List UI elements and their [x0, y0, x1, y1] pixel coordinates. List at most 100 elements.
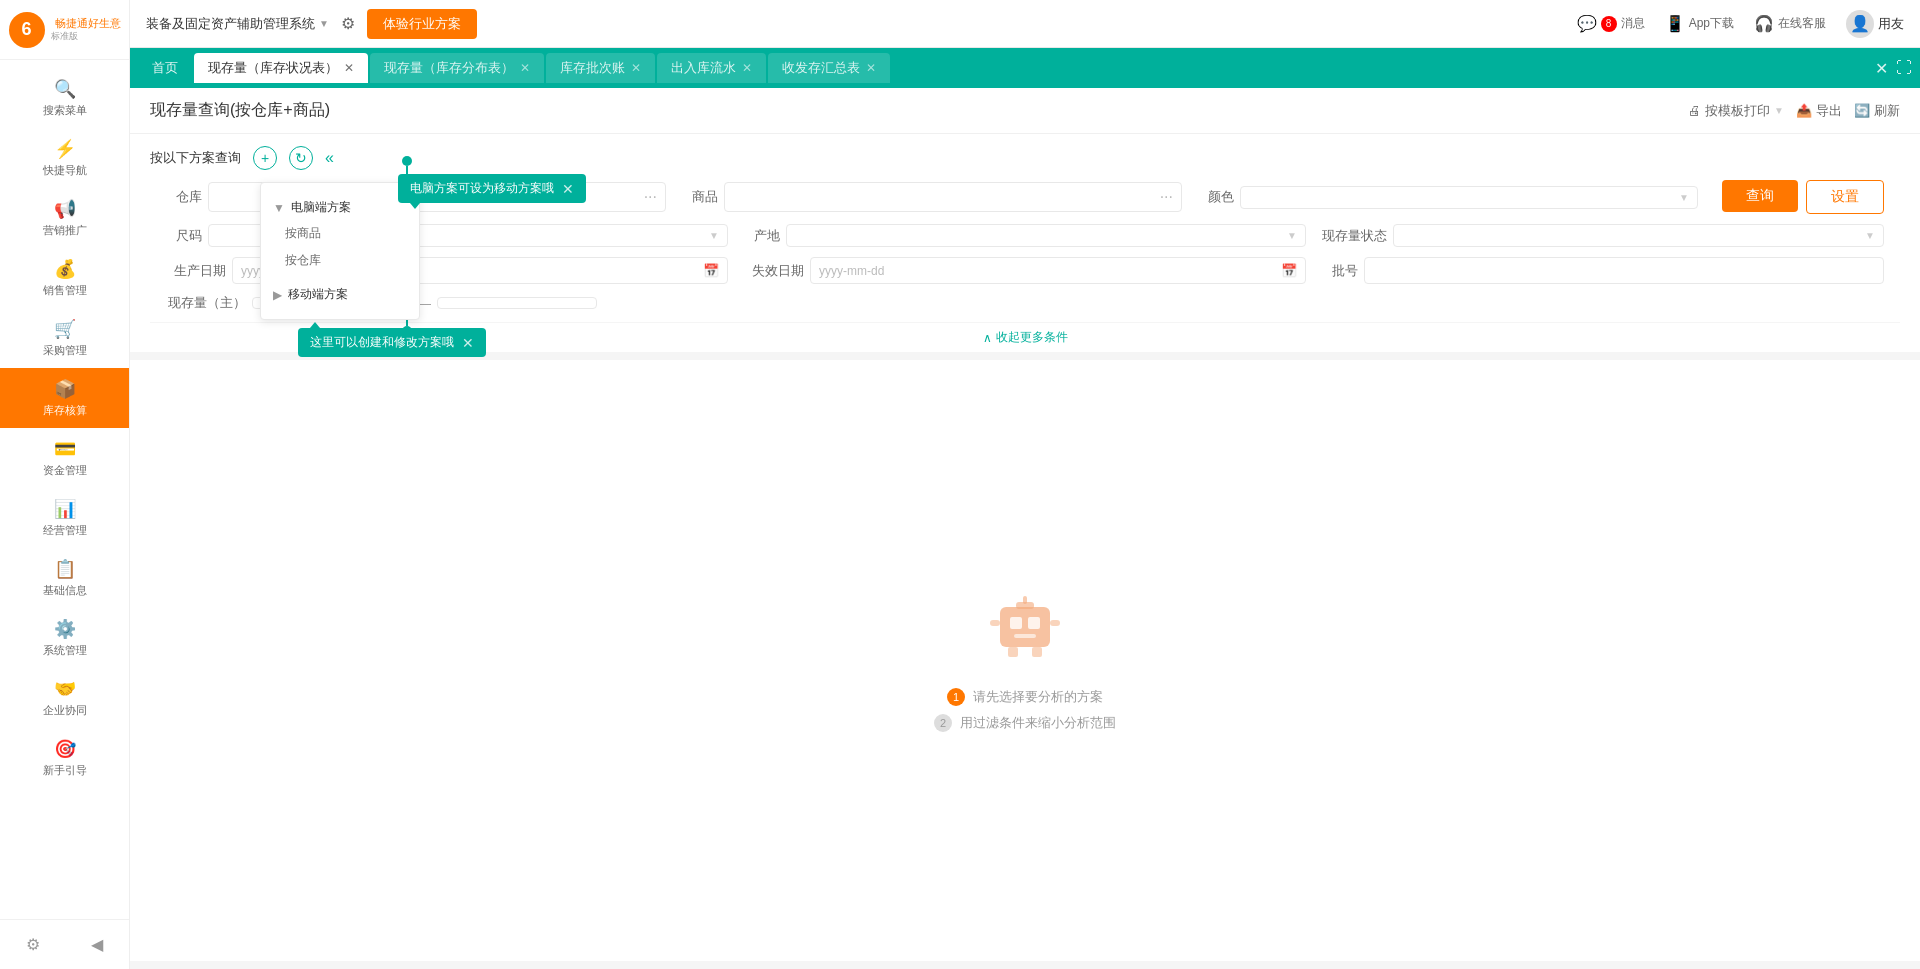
- main-area: 装备及固定资产辅助管理系统 ▼ ⚙ 体验行业方案 💬 8 消息 📱 App下载 …: [130, 0, 1920, 969]
- scheme-group-mobile-header[interactable]: ▶ 移动端方案: [261, 282, 419, 307]
- system-icon: ⚙️: [54, 618, 76, 640]
- refresh-btn[interactable]: 🔄 刷新: [1854, 102, 1900, 120]
- user-avatar: 👤: [1846, 10, 1874, 38]
- sidebar-label-finance: 资金管理: [43, 463, 87, 478]
- field-size-label: 尺码: [166, 227, 202, 245]
- field-goods: 商品 ···: [682, 182, 1182, 212]
- filter-refresh-btn[interactable]: ↻: [289, 146, 313, 170]
- field-stock-to[interactable]: [437, 297, 597, 309]
- tab-flow[interactable]: 出入库流水 ✕: [657, 53, 766, 83]
- field-goods-input[interactable]: ···: [724, 182, 1182, 212]
- export-btn[interactable]: 📤 导出: [1796, 102, 1842, 120]
- color-select-arrow: ▼: [1679, 192, 1689, 203]
- sidebar-item-purchase[interactable]: 🛒 采购管理: [0, 308, 129, 368]
- topbar-message[interactable]: 💬 8 消息: [1577, 14, 1645, 33]
- tab-collect[interactable]: 收发存汇总表 ✕: [768, 53, 890, 83]
- prod-date-calendar-icon[interactable]: 📅: [703, 263, 719, 278]
- settings-bottom-icon[interactable]: ⚙: [21, 930, 45, 959]
- page-title: 现存量查询(按仓库+商品): [150, 100, 330, 121]
- filter-add-btn[interactable]: +: [253, 146, 277, 170]
- finance-icon: 💳: [54, 438, 76, 460]
- sidebar-label-guide: 新手引导: [43, 763, 87, 778]
- enterprise-icon: 🤝: [54, 678, 76, 700]
- tooltip-create-scheme: 这里可以创建和修改方案哦 ✕: [298, 328, 486, 357]
- tab-close-inventory-status[interactable]: ✕: [344, 61, 354, 75]
- tooltip-add-close[interactable]: ✕: [562, 181, 574, 197]
- step1-text: 请先选择要分析的方案: [973, 688, 1103, 706]
- scheme-group-pc-header[interactable]: ▼ 电脑端方案: [261, 195, 419, 220]
- field-warehouse-label: 仓库: [166, 188, 202, 206]
- sidebar-item-finance[interactable]: 💳 资金管理: [0, 428, 129, 488]
- support-icon: 🎧: [1754, 14, 1774, 33]
- field-color-input[interactable]: ▼: [1240, 186, 1698, 209]
- sidebar-label-search: 搜索菜单: [43, 103, 87, 118]
- marketing-icon: 📢: [54, 198, 76, 220]
- sidebar: 6 畅捷通好生意 标准版 🔍 搜索菜单 ⚡ 快捷导航 📢 营销推广 💰 销售管理…: [0, 0, 130, 969]
- sidebar-item-operations[interactable]: 📊 经营管理: [0, 488, 129, 548]
- goods-dots-icon: ···: [1160, 188, 1173, 206]
- topbar-app[interactable]: 📱 App下载: [1665, 14, 1734, 33]
- size-select-arrow: ▼: [709, 230, 719, 241]
- topbar-user[interactable]: 👤 用友: [1846, 10, 1904, 38]
- field-origin-input[interactable]: ▼: [786, 224, 1306, 247]
- topbar-right: 💬 8 消息 📱 App下载 🎧 在线客服 👤 用友: [1577, 10, 1904, 38]
- sidebar-item-guide[interactable]: 🎯 新手引导: [0, 728, 129, 788]
- search-btn[interactable]: 查询: [1722, 180, 1798, 212]
- exp-date-calendar-icon[interactable]: 📅: [1281, 263, 1297, 278]
- sidebar-item-system[interactable]: ⚙️ 系统管理: [0, 608, 129, 668]
- tab-close-inventory-dist[interactable]: ✕: [520, 61, 530, 75]
- tab-collect-label: 收发存汇总表: [782, 59, 860, 77]
- tab-inventory-dist[interactable]: 现存量（库存分布表） ✕: [370, 53, 544, 83]
- system-name-dropdown[interactable]: 装备及固定资产辅助管理系统 ▼: [146, 15, 329, 33]
- sidebar-item-marketing[interactable]: 📢 营销推广: [0, 188, 129, 248]
- sidebar-item-sales[interactable]: 💰 销售管理: [0, 248, 129, 308]
- scheme-item-warehouse[interactable]: 按仓库: [261, 247, 419, 274]
- field-exp-date-input[interactable]: yyyy-mm-dd 📅: [810, 257, 1306, 284]
- sidebar-item-enterprise[interactable]: 🤝 企业协同: [0, 668, 129, 728]
- sidebar-item-inventory[interactable]: 📦 库存核算: [0, 368, 129, 428]
- logo-badge: 标准版: [51, 30, 121, 43]
- field-status: 现存量状态 ▼: [1322, 224, 1884, 247]
- industry-btn[interactable]: 体验行业方案: [367, 9, 477, 39]
- filter-row: 按以下方案查询 + ↻ « 电脑方案可设为移动方案哦 ✕ ▼ 电脑端方案: [150, 146, 1900, 170]
- navigate-icon: ⚡: [54, 138, 76, 160]
- tab-close-batch[interactable]: ✕: [631, 61, 641, 75]
- tab-right-btns: ✕ ⛶: [1875, 59, 1912, 78]
- exp-date-placeholder: yyyy-mm-dd: [819, 264, 884, 278]
- tab-batch[interactable]: 库存批次账 ✕: [546, 53, 655, 83]
- tab-batch-label: 库存批次账: [560, 59, 625, 77]
- sidebar-nav: 🔍 搜索菜单 ⚡ 快捷导航 📢 营销推广 💰 销售管理 🛒 采购管理 📦 库存核…: [0, 60, 129, 919]
- tab-close-flow[interactable]: ✕: [742, 61, 752, 75]
- topbar-support[interactable]: 🎧 在线客服: [1754, 14, 1826, 33]
- tooltip-scheme-close[interactable]: ✕: [462, 335, 474, 351]
- tooltip-add-text: 电脑方案可设为移动方案哦: [410, 180, 554, 197]
- sidebar-item-search[interactable]: 🔍 搜索菜单: [0, 68, 129, 128]
- field-batch-input[interactable]: [1364, 257, 1884, 284]
- field-status-input[interactable]: ▼: [1393, 224, 1884, 247]
- reset-btn[interactable]: 设置: [1806, 180, 1884, 214]
- field-color-label: 颜色: [1198, 188, 1234, 206]
- search-reset-btns: 查询 设置: [1722, 180, 1884, 214]
- purchase-icon: 🛒: [54, 318, 76, 340]
- operations-icon: 📊: [54, 498, 76, 520]
- scheme-arrow-btn[interactable]: «: [325, 149, 334, 167]
- collapse-label: 收起更多条件: [996, 329, 1068, 346]
- tab-close-collect[interactable]: ✕: [866, 61, 876, 75]
- svg-rect-9: [1032, 647, 1042, 657]
- app-icon: 📱: [1665, 14, 1685, 33]
- tab-fullscreen-icon[interactable]: ⛶: [1896, 59, 1912, 77]
- field-origin: 产地 ▼: [744, 224, 1306, 247]
- print-btn[interactable]: 🖨 按模板打印 ▼: [1688, 102, 1784, 120]
- support-label: 在线客服: [1778, 15, 1826, 32]
- sidebar-item-base[interactable]: 📋 基础信息: [0, 548, 129, 608]
- tab-close-all-icon[interactable]: ✕: [1875, 59, 1888, 78]
- collapse-up-icon: ∧: [983, 331, 992, 345]
- topbar-settings-icon[interactable]: ⚙: [341, 14, 355, 33]
- collapse-sidebar-icon[interactable]: ◀: [86, 930, 108, 959]
- tab-home[interactable]: 首页: [138, 53, 192, 83]
- sidebar-item-navigate[interactable]: ⚡ 快捷导航: [0, 128, 129, 188]
- field-exp-date: 失效日期 yyyy-mm-dd 📅: [744, 257, 1306, 284]
- scheme-group-mobile-label: 移动端方案: [288, 286, 348, 303]
- scheme-item-goods[interactable]: 按商品: [261, 220, 419, 247]
- tab-inventory-status[interactable]: 现存量（库存状况表） ✕: [194, 53, 368, 83]
